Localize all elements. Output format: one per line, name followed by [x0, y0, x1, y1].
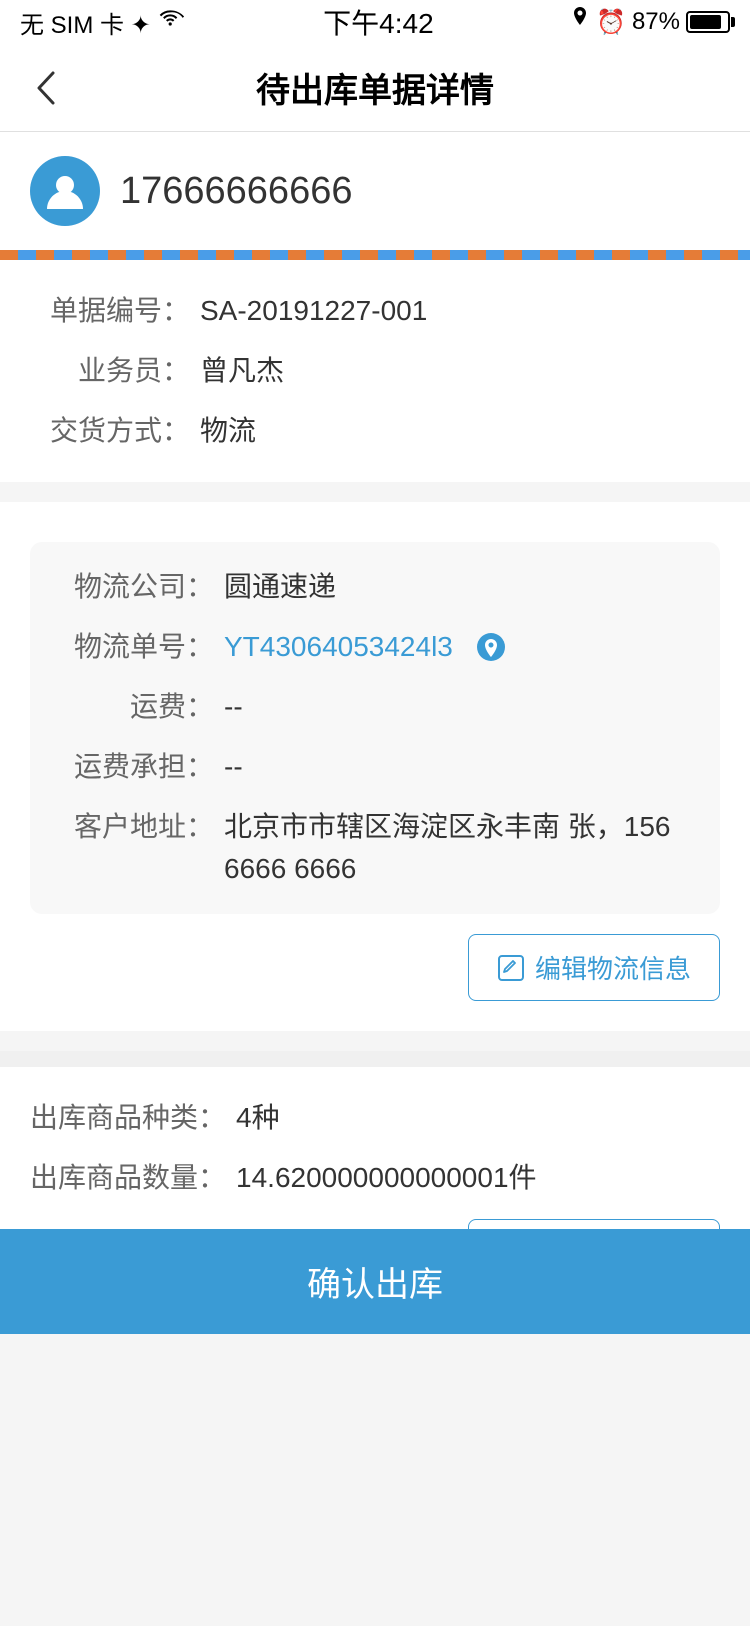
address-row: 客户地址： 北京市市辖区海淀区永丰南 张，156 6666 6666: [54, 806, 696, 890]
tracking-location-icon[interactable]: [473, 631, 509, 667]
delivery-method-value: 物流: [200, 410, 720, 452]
status-bar: 无 SIM 卡 ✦ 下午4:42 ⏰ 87%: [0, 0, 750, 44]
delivery-method-label: 交货方式：: [30, 410, 190, 452]
logistics-section: 物流公司： 圆通速递 物流单号： YT43064053424l3 运费：: [0, 502, 750, 1031]
battery-icon: [686, 11, 730, 33]
dashed-divider: [0, 250, 750, 260]
stock-type-label: 出库商品种类：: [30, 1097, 226, 1139]
wifi-icon: [159, 8, 187, 37]
logistics-tracking-row: 物流单号： YT43064053424l3: [54, 626, 696, 668]
status-time: 下午4:42: [323, 2, 434, 42]
user-phone: 17666666666: [120, 170, 352, 213]
user-header: 17666666666: [0, 132, 750, 250]
freight-bearer-value: --: [224, 746, 696, 788]
freight-bearer-row: 运费承担： --: [54, 746, 696, 788]
stock-quantity-value: 14.620000000000001件: [236, 1157, 720, 1199]
clock-icon: ⏰: [596, 8, 626, 37]
sales-person-row: 业务员： 曾凡杰: [30, 350, 720, 392]
location-status-icon: [570, 7, 590, 38]
delivery-method-row: 交货方式： 物流: [30, 410, 720, 452]
logistics-company-label: 物流公司：: [54, 566, 214, 608]
page-title: 待出库单据详情: [256, 63, 494, 112]
edit-logistics-button-wrap: 编辑物流信息: [30, 934, 720, 1001]
logistics-tracking-value: YT43064053424l3: [224, 626, 696, 668]
edit-logistics-label: 编辑物流信息: [535, 949, 691, 986]
sales-person-label: 业务员：: [30, 350, 190, 392]
edit-logistics-button[interactable]: 编辑物流信息: [468, 934, 720, 1001]
logistics-card: 物流公司： 圆通速递 物流单号： YT43064053424l3 运费：: [30, 542, 720, 914]
status-right: ⏰ 87%: [570, 7, 730, 38]
address-label: 客户地址：: [54, 806, 214, 848]
nav-bar: 待出库单据详情: [0, 44, 750, 132]
logistics-company-row: 物流公司： 圆通速递: [54, 566, 696, 608]
sales-person-value: 曾凡杰: [200, 350, 720, 392]
confirm-button-label: 确认出库: [307, 1266, 443, 1304]
freight-bearer-label: 运费承担：: [54, 746, 214, 788]
bottom-spacer: [0, 1316, 750, 1516]
logistics-company-value: 圆通速递: [224, 566, 696, 608]
status-left: 无 SIM 卡 ✦: [20, 5, 187, 40]
stock-type-row: 出库商品种类： 4种: [30, 1097, 720, 1139]
address-value: 北京市市辖区海淀区永丰南 张，156 6666 6666: [224, 806, 696, 890]
battery-percent: 87%: [632, 8, 680, 36]
document-number-label: 单据编号：: [30, 290, 190, 332]
sim-status: 无 SIM 卡 ✦: [20, 5, 151, 40]
basic-info-section: 单据编号： SA-20191227-001 业务员： 曾凡杰 交货方式： 物流: [0, 260, 750, 482]
freight-row: 运费： --: [54, 686, 696, 728]
stock-quantity-label: 出库商品数量：: [30, 1157, 226, 1199]
separator: [0, 1051, 750, 1067]
stock-quantity-row: 出库商品数量： 14.620000000000001件: [30, 1157, 720, 1199]
back-button[interactable]: [24, 66, 68, 110]
user-avatar: [30, 156, 100, 226]
document-number-value: SA-20191227-001: [200, 290, 720, 332]
confirm-button[interactable]: 确认出库: [0, 1229, 750, 1334]
document-number-row: 单据编号： SA-20191227-001: [30, 290, 720, 332]
freight-label: 运费：: [54, 686, 214, 728]
freight-value: --: [224, 686, 696, 728]
logistics-tracking-label: 物流单号：: [54, 626, 214, 668]
stock-type-value: 4种: [236, 1097, 720, 1139]
